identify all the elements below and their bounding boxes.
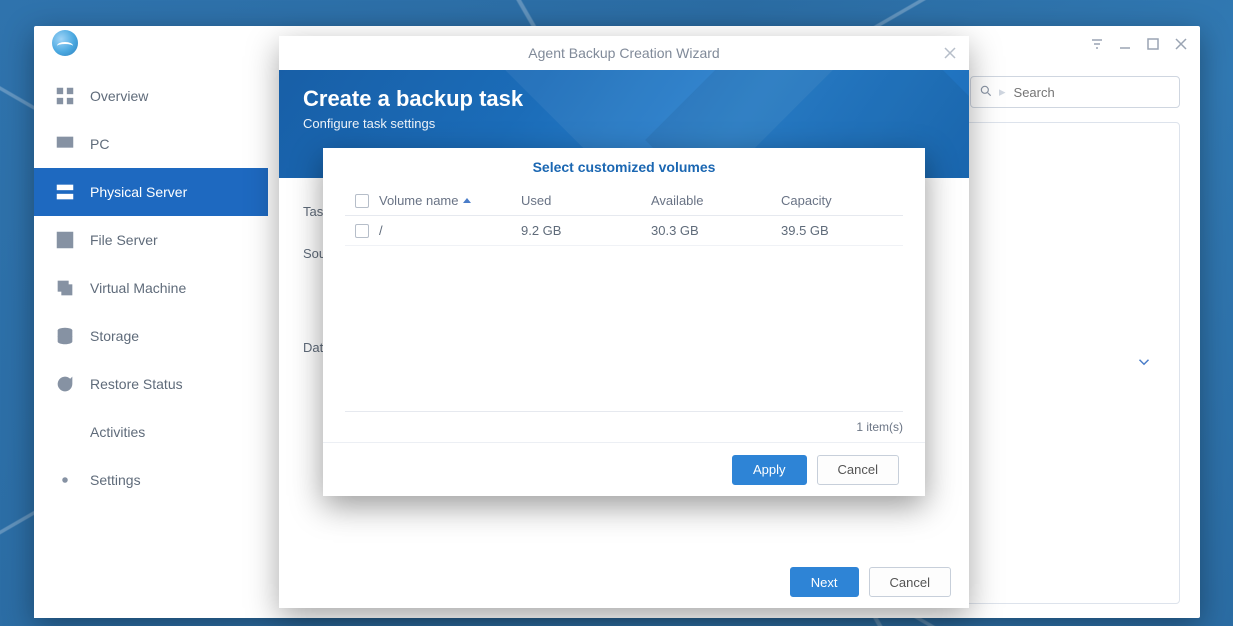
header-capacity[interactable]: Capacity: [781, 193, 903, 208]
server-icon: [54, 181, 76, 203]
sidebar-item-label: PC: [90, 136, 109, 152]
close-icon[interactable]: [1174, 37, 1188, 51]
sidebar-item-label: Settings: [90, 472, 141, 488]
list-icon: [54, 421, 76, 443]
next-button[interactable]: Next: [790, 567, 859, 597]
gear-icon: [54, 469, 76, 491]
wizard-close-icon[interactable]: [943, 46, 957, 63]
table-footer-count: 1 item(s): [345, 411, 903, 442]
select-all-checkbox[interactable]: [355, 194, 369, 208]
table-row[interactable]: / 9.2 GB 30.3 GB 39.5 GB: [345, 216, 903, 246]
search-icon: [979, 84, 993, 101]
sidebar-item-storage[interactable]: Storage: [34, 312, 268, 360]
sidebar-item-file-server[interactable]: File Server: [34, 216, 268, 264]
header-volume-name[interactable]: Volume name: [379, 193, 521, 208]
monitor-icon: [54, 133, 76, 155]
row-available: 30.3 GB: [651, 223, 781, 238]
sort-ascending-icon: [463, 198, 471, 203]
wizard-footer: Next Cancel: [279, 556, 969, 608]
cancel-button[interactable]: Cancel: [869, 567, 951, 597]
grid-icon: [54, 85, 76, 107]
row-capacity: 39.5 GB: [781, 223, 903, 238]
sidebar-item-label: Virtual Machine: [90, 280, 186, 296]
filter-icon[interactable]: [1090, 37, 1104, 51]
sidebar-item-overview[interactable]: Overview: [34, 72, 268, 120]
header-available[interactable]: Available: [651, 193, 781, 208]
header-label: Used: [521, 193, 551, 208]
search-input[interactable]: [1012, 84, 1192, 101]
sidebar-item-label: Physical Server: [90, 184, 187, 200]
maximize-icon[interactable]: [1146, 37, 1160, 51]
sidebar-item-activities[interactable]: Activities: [34, 408, 268, 456]
row-checkbox-cell: [345, 224, 379, 238]
wizard-title: Agent Backup Creation Wizard: [528, 45, 719, 61]
sidebar-item-label: File Server: [90, 232, 158, 248]
sidebar-item-label: Activities: [90, 424, 145, 440]
disks-icon: [54, 325, 76, 347]
drive-icon: [54, 229, 76, 251]
sidebar-item-label: Restore Status: [90, 376, 183, 392]
volume-dialog-title: Select customized volumes: [323, 148, 925, 186]
sidebar-item-physical-server[interactable]: Physical Server: [34, 168, 268, 216]
sidebar-item-restore-status[interactable]: Restore Status: [34, 360, 268, 408]
minimize-icon[interactable]: [1118, 37, 1132, 51]
app-logo-wrap: [46, 30, 78, 59]
refresh-icon: [54, 373, 76, 395]
volume-table: Volume name Used Available Capacity / 9.…: [323, 186, 925, 442]
table-header: Volume name Used Available Capacity: [345, 186, 903, 216]
row-checkbox[interactable]: [355, 224, 369, 238]
search-field-wrap[interactable]: ▸: [970, 76, 1180, 108]
row-volume-name: /: [379, 223, 521, 238]
sidebar-item-label: Overview: [90, 88, 148, 104]
sidebar-item-label: Storage: [90, 328, 139, 344]
search-divider: ▸: [999, 84, 1006, 100]
header-checkbox-cell: [345, 194, 379, 208]
volume-dialog-footer: Apply Cancel: [323, 442, 925, 496]
sidebar: Overview PC Physical Server File Server: [34, 62, 268, 618]
cancel-button[interactable]: Cancel: [817, 455, 899, 485]
wizard-heading: Create a backup task: [303, 86, 945, 112]
sidebar-item-settings[interactable]: Settings: [34, 456, 268, 504]
sidebar-item-pc[interactable]: PC: [34, 120, 268, 168]
wizard-titlebar: Agent Backup Creation Wizard: [279, 36, 969, 70]
header-used[interactable]: Used: [521, 193, 651, 208]
layers-icon: [54, 277, 76, 299]
app-logo-icon: [52, 30, 78, 56]
row-used: 9.2 GB: [521, 223, 651, 238]
volume-select-dialog: Select customized volumes Volume name Us…: [323, 148, 925, 496]
header-label: Volume name: [379, 193, 459, 208]
header-label: Capacity: [781, 193, 832, 208]
apply-button[interactable]: Apply: [732, 455, 807, 485]
chevron-down-icon[interactable]: [1135, 353, 1153, 374]
header-label: Available: [651, 193, 704, 208]
wizard-subheading: Configure task settings: [303, 116, 945, 131]
sidebar-item-virtual-machine[interactable]: Virtual Machine: [34, 264, 268, 312]
